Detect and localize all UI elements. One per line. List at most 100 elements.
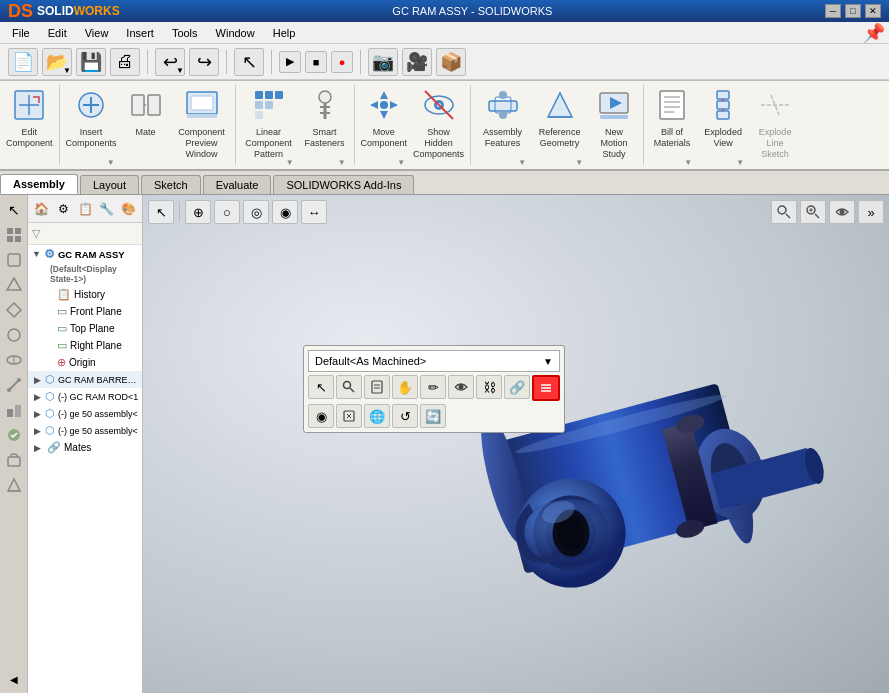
tree-right-plane[interactable]: ▭ Right Plane (28, 337, 142, 354)
sidebar-icon-5[interactable] (3, 299, 25, 321)
popup-link-btn[interactable]: ⛓ (476, 375, 502, 399)
ribbon-assembly-features[interactable]: AssemblyFeatures ▼ (475, 81, 530, 169)
sidebar-icon-7[interactable] (3, 349, 25, 371)
minimize-button[interactable]: ─ (825, 4, 841, 18)
popup-list-btn[interactable] (532, 375, 560, 401)
filter-icon[interactable]: ▽ (32, 227, 40, 240)
popup-eye-btn[interactable] (448, 375, 474, 399)
viewport[interactable]: ↖ ⊕ ○ ◎ ◉ ↔ » (143, 195, 889, 693)
ribbon-explode-line-sketch[interactable]: ExplodeLineSketch (750, 81, 800, 169)
ribbon-show-hidden[interactable]: ShowHiddenComponents (411, 81, 466, 169)
svg-point-33 (499, 111, 507, 119)
ribbon-smart-fasteners[interactable]: SmartFasteners ▼ (300, 81, 350, 169)
sidebar-icon-4[interactable] (3, 274, 25, 296)
popup-doc-btn[interactable] (364, 375, 390, 399)
ribbon-linear-pattern[interactable]: LinearComponentPattern ▼ (240, 81, 298, 169)
tree-root[interactable]: ▼ ⚙ GC RAM ASSY (Default<Display State-1… (28, 245, 142, 286)
ribbon-component-preview[interactable]: ComponentPreviewWindow (173, 81, 231, 169)
new-button[interactable]: 📄 (8, 48, 38, 76)
save-button[interactable]: 💾 (76, 48, 106, 76)
popup-r5[interactable]: 🔄 (420, 404, 446, 428)
linear-expand-icon: ▼ (286, 158, 294, 167)
sidebar-icon-8[interactable] (3, 374, 25, 396)
maximize-button[interactable]: □ (845, 4, 861, 18)
sidebar-icon-11[interactable] (3, 449, 25, 471)
edit-component-label: EditComponent (6, 127, 53, 149)
popup-select-btn[interactable]: ↖ (308, 375, 334, 399)
tree-settings-btn[interactable]: ⚙ (54, 199, 74, 219)
sidebar-icon-10[interactable] (3, 424, 25, 446)
ribbon-reference-geometry[interactable]: ReferenceGeometry ▼ (532, 81, 587, 169)
sep-r5 (643, 85, 644, 165)
tree-origin[interactable]: ⊕ Origin (28, 354, 142, 371)
undo-button[interactable]: ↩▼ (155, 48, 185, 76)
print-button[interactable]: 🖨 (110, 48, 140, 76)
menu-edit[interactable]: Edit (40, 25, 75, 41)
ribbon-bill-of-materials[interactable]: Bill ofMaterials ▼ (648, 81, 696, 169)
tree-front-plane[interactable]: ▭ Front Plane (28, 303, 142, 320)
ribbon-mate[interactable]: Mate (121, 81, 171, 169)
ribbon-insert-components[interactable]: InsertComponents ▼ (64, 81, 119, 169)
menu-help[interactable]: Help (265, 25, 304, 41)
redo-button[interactable]: ↪ (189, 48, 219, 76)
tree-gc-ram-barrel[interactable]: ▶ ⬡ GC RAM BARREL<1> -> (Default<As M (28, 371, 142, 388)
record-button[interactable]: ● (331, 51, 353, 73)
menu-window[interactable]: Window (208, 25, 263, 41)
popup-r1[interactable]: ◉ (308, 404, 334, 428)
sidebar-icon-9[interactable] (3, 399, 25, 421)
svg-line-92 (350, 388, 354, 392)
popup-r4[interactable]: ↺ (392, 404, 418, 428)
sidebar-icon-6[interactable] (3, 324, 25, 346)
ribbon-move-component[interactable]: MoveComponent ▼ (359, 81, 410, 169)
menu-tools[interactable]: Tools (164, 25, 206, 41)
tab-evaluate[interactable]: Evaluate (203, 175, 272, 194)
cursor-button[interactable]: ↖ (234, 48, 264, 76)
tree-ge50-2[interactable]: ▶ ⬡ (-) ge 50 assembly<2> (Default<Displ… (28, 422, 142, 439)
motion-study-label: NewMotionStudy (601, 127, 628, 159)
popup-r2[interactable] (336, 404, 362, 428)
popup-chain-btn[interactable]: 🔗 (504, 375, 530, 399)
popup-zoom-btn[interactable] (336, 375, 362, 399)
pin-button[interactable]: 📌 (863, 22, 885, 44)
sep-r4 (470, 85, 471, 165)
tab-layout[interactable]: Layout (80, 175, 139, 194)
package-button[interactable]: 📦 (436, 48, 466, 76)
menu-insert[interactable]: Insert (118, 25, 162, 41)
menu-file[interactable]: File (4, 25, 38, 41)
open-button[interactable]: 📂▼ (42, 48, 72, 76)
popup-r3[interactable]: 🌐 (364, 404, 390, 428)
sidebar-icon-collapse[interactable]: ◀ (3, 668, 25, 690)
sidebar-icon-3[interactable] (3, 249, 25, 271)
sidebar-icon-1[interactable]: ↖ (3, 199, 25, 221)
capture-button[interactable]: 📷 (368, 48, 398, 76)
tab-addins[interactable]: SOLIDWORKS Add-Ins (273, 175, 414, 194)
mates-icon: 🔗 (47, 441, 61, 454)
ribbon-motion-study[interactable]: NewMotionStudy (589, 81, 639, 169)
video-button[interactable]: 🎥 (402, 48, 432, 76)
close-button[interactable]: ✕ (865, 4, 881, 18)
tree-filter-btn[interactable]: 🔧 (97, 199, 117, 219)
ribbon-exploded-view[interactable]: ExplodedView ▼ (698, 81, 748, 169)
sidebar-icon-12[interactable] (3, 474, 25, 496)
assembly-features-icon (483, 85, 523, 125)
popup-hand-btn[interactable]: ✋ (392, 375, 418, 399)
tree-items-container: ▼ ⚙ GC RAM ASSY (Default<Display State-1… (28, 245, 142, 693)
tree-gc-ram-rod[interactable]: ▶ ⬡ (-) GC RAM ROD<1> (Default<As Mach (28, 388, 142, 405)
tree-list-btn[interactable]: 📋 (75, 199, 95, 219)
tree-history[interactable]: 📋 History (28, 286, 142, 303)
tree-top-plane[interactable]: ▭ Top Plane (28, 320, 142, 337)
popup-pencil-btn[interactable]: ✏ (420, 375, 446, 399)
play-button[interactable]: ▶ (279, 51, 301, 73)
svg-rect-54 (8, 254, 20, 266)
tree-ge50-1[interactable]: ▶ ⬡ (-) ge 50 assembly<1> (Default<Displ… (28, 405, 142, 422)
menu-view[interactable]: View (77, 25, 117, 41)
sidebar-icon-2[interactable] (3, 224, 25, 246)
tree-home-btn[interactable]: 🏠 (32, 199, 52, 219)
stop-button[interactable]: ■ (305, 51, 327, 73)
tab-sketch[interactable]: Sketch (141, 175, 201, 194)
tree-mates[interactable]: ▶ 🔗 Mates (28, 439, 142, 456)
tree-paint-btn[interactable]: 🎨 (118, 199, 138, 219)
tab-assembly[interactable]: Assembly (0, 174, 78, 194)
ribbon-edit-component[interactable]: EditComponent (4, 81, 55, 169)
state-dropdown[interactable]: Default<As Machined> ▼ (308, 350, 560, 372)
